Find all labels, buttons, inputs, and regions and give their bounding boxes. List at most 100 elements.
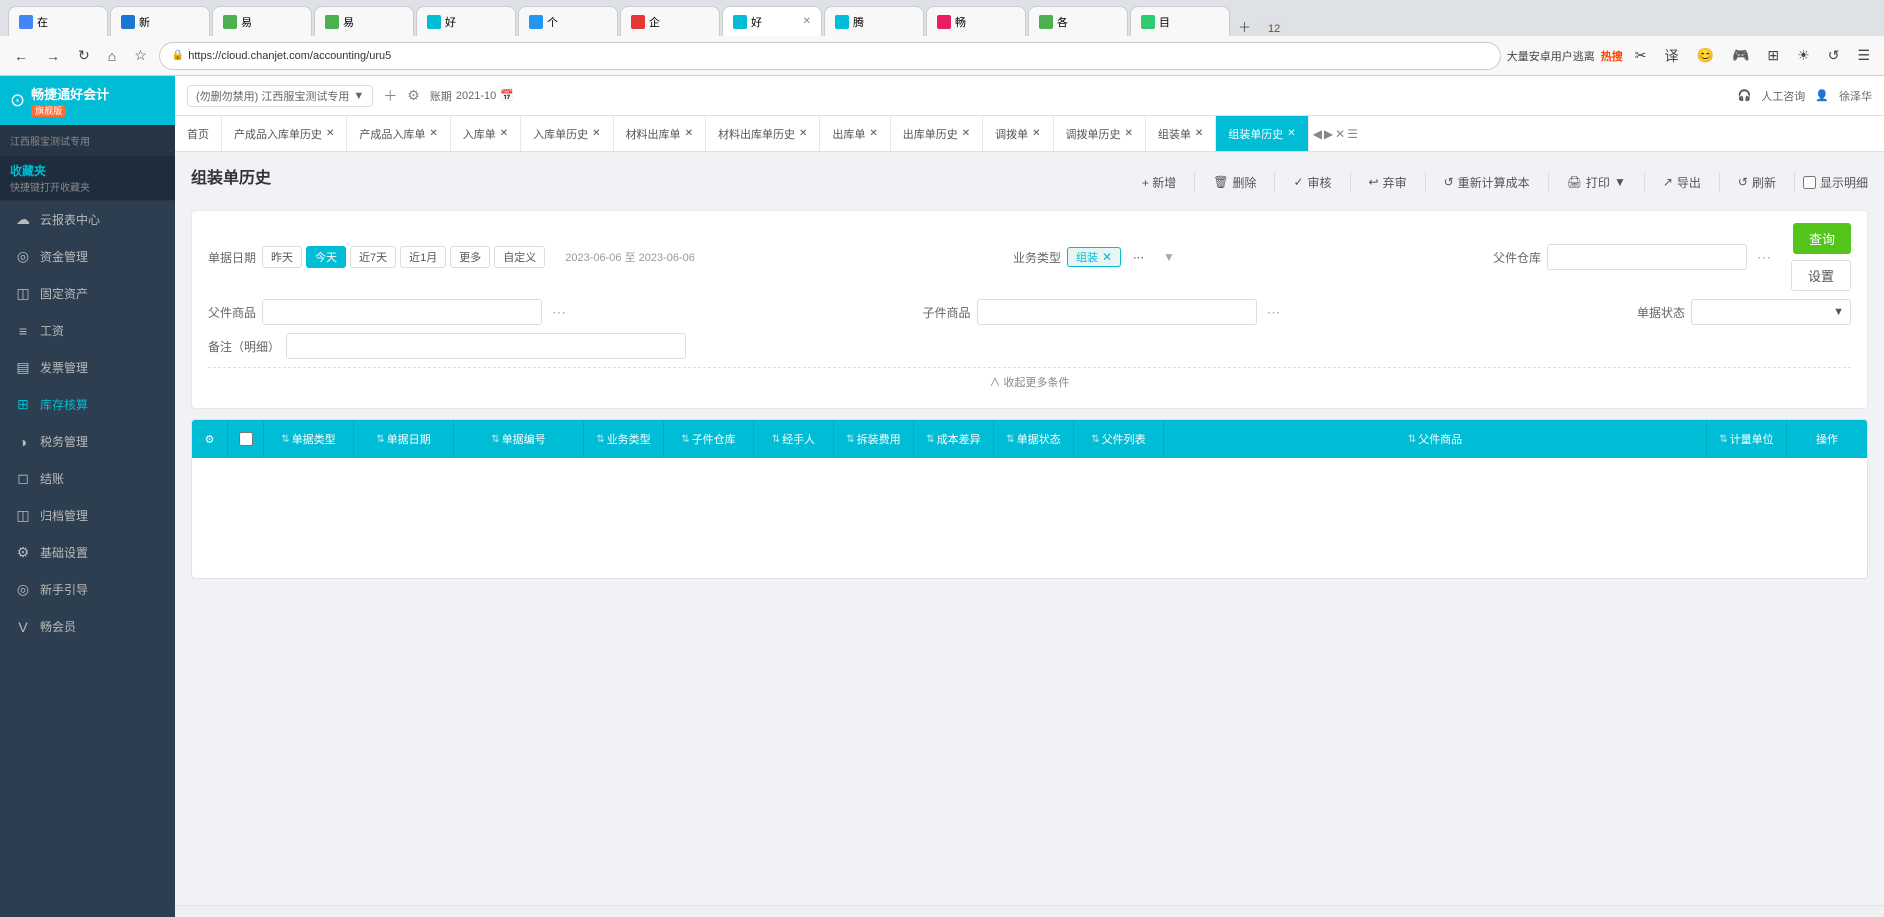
date-btn-7days[interactable]: 近7天 (350, 246, 396, 268)
sort-icon-date[interactable]: ⇅ (376, 434, 384, 445)
recalc-cost-button[interactable]: ↺ 重新计算成本 (1434, 170, 1540, 195)
sort-icon-pg[interactable]: ⇅ (1408, 434, 1416, 445)
app-tab-close-out-history[interactable]: ✕ (962, 128, 970, 139)
status-dropdown[interactable]: ▼ (1691, 299, 1851, 325)
biz-type-remove-button[interactable]: ✕ (1102, 250, 1112, 264)
address-bar[interactable]: 🔒 https://cloud.chanjet.com/accounting/u… (159, 42, 1501, 70)
app-tab-close-prod-in-history[interactable]: ✕ (326, 128, 334, 139)
company-selector[interactable]: (勿删勿禁用) 江西服宝测试专用 ▼ (187, 85, 373, 107)
app-tab-close-out-order[interactable]: ✕ (869, 128, 877, 139)
browser-tab-4[interactable]: 易 (314, 6, 414, 36)
sort-icon-status[interactable]: ⇅ (1006, 434, 1014, 445)
app-tab-transfer-history[interactable]: 调拨单历史 ✕ (1054, 116, 1146, 152)
sidebar-item-payroll[interactable]: ≡ 工资 (0, 312, 175, 349)
new-button[interactable]: + 新增 (1132, 170, 1186, 195)
print-button[interactable]: 🖨 打印 ▼ (1557, 170, 1636, 195)
browser-tab-8[interactable]: 好 ✕ (722, 6, 822, 36)
app-tab-out-history[interactable]: 出库单历史 ✕ (891, 116, 983, 152)
browser-tab-9[interactable]: 腾 (824, 6, 924, 36)
sidebar-item-fund[interactable]: ◎ 资金管理 (0, 238, 175, 275)
parent-goods-ellipsis[interactable]: ⋯ (548, 304, 570, 321)
app-tab-close-transfer-history[interactable]: ✕ (1125, 128, 1133, 139)
app-tab-assembly-history[interactable]: 组装单历史 ✕ (1216, 116, 1308, 152)
th-settings[interactable]: ⚙ (192, 420, 228, 458)
date-btn-more[interactable]: 更多 (450, 246, 490, 268)
app-tab-close-in-history[interactable]: ✕ (592, 128, 600, 139)
game-button[interactable]: 🎮 (1726, 43, 1755, 68)
app-tab-close-assembly-history[interactable]: ✕ (1287, 128, 1295, 139)
date-btn-custom[interactable]: 自定义 (494, 246, 545, 268)
app-tab-close-in-order[interactable]: ✕ (500, 128, 508, 139)
tab-more-button[interactable]: ☰ (1347, 127, 1358, 141)
date-btn-yesterday[interactable]: 昨天 (262, 246, 302, 268)
undo-button[interactable]: ↺ (1822, 43, 1846, 68)
sub-goods-ellipsis[interactable]: ⋯ (1263, 304, 1285, 321)
app-tab-in-order[interactable]: 入库单 ✕ (451, 116, 521, 152)
tab-close-current-button[interactable]: ✕ (1335, 127, 1345, 141)
refresh-browser-button[interactable]: ↻ (72, 43, 96, 68)
browser-tab-10[interactable]: 畅 (926, 6, 1026, 36)
sidebar-item-base-settings[interactable]: ⚙ 基础设置 (0, 534, 175, 571)
sidebar-favorites[interactable]: 收藏夹 快捷键打开收藏夹 (0, 156, 175, 201)
app-tab-home[interactable]: 首页 (175, 116, 222, 152)
browser-tab-7[interactable]: 企 (620, 6, 720, 36)
browser-tab-2[interactable]: 新 (110, 6, 210, 36)
sort-icon-no[interactable]: ⇅ (491, 434, 499, 445)
browser-tab-11[interactable]: 各 (1028, 6, 1128, 36)
sidebar-item-member[interactable]: V 畅会员 (0, 608, 175, 645)
sun-button[interactable]: ☀ (1791, 43, 1816, 68)
app-tab-in-history[interactable]: 入库单历史 ✕ (521, 116, 613, 152)
sub-goods-input[interactable] (977, 299, 1257, 325)
th-checkbox[interactable] (228, 420, 264, 458)
sidebar-item-tax[interactable]: ◑ 税务管理 (0, 423, 175, 460)
app-tab-out-order[interactable]: 出库单 ✕ (820, 116, 890, 152)
new-tab-button[interactable]: ＋ (1232, 17, 1257, 36)
export-button[interactable]: ↗ 导出 (1653, 170, 1711, 195)
browser-tab-close-8[interactable]: ✕ (803, 16, 811, 27)
settings-company-button[interactable]: ⚙ (407, 87, 420, 104)
sidebar-item-archive[interactable]: ◫ 归档管理 (0, 497, 175, 534)
forward-button[interactable]: → (40, 44, 66, 68)
app-tab-close-mat-out-history[interactable]: ✕ (799, 128, 807, 139)
sidebar-item-invoice[interactable]: ▤ 发票管理 (0, 349, 175, 386)
sidebar-item-guide[interactable]: ◎ 新手引导 (0, 571, 175, 608)
browser-tab-5[interactable]: 好 (416, 6, 516, 36)
sort-icon-biztype[interactable]: ⇅ (596, 434, 604, 445)
app-tab-close-transfer[interactable]: ✕ (1032, 128, 1040, 139)
remark-input[interactable] (286, 333, 686, 359)
browser-tab-1[interactable]: 在 (8, 6, 108, 36)
emoji-button[interactable]: 😊 (1691, 43, 1720, 68)
date-btn-1month[interactable]: 近1月 (400, 246, 446, 268)
sidebar-item-cloud-report[interactable]: ☁ 云报表中心 (0, 201, 175, 238)
app-tab-transfer[interactable]: 调拨单 ✕ (983, 116, 1053, 152)
home-button[interactable]: ⌂ (102, 44, 122, 68)
select-all-checkbox[interactable] (239, 432, 253, 446)
sort-icon-type[interactable]: ⇅ (281, 434, 289, 445)
app-tab-close-mat-out[interactable]: ✕ (685, 128, 693, 139)
show-detail-checkbox[interactable] (1803, 176, 1816, 189)
app-tab-mat-out-history[interactable]: 材料出库单历史 ✕ (706, 116, 820, 152)
sort-icon-pl[interactable]: ⇅ (1091, 434, 1099, 445)
biz-type-dropdown[interactable]: ⋯ (1127, 244, 1157, 270)
translate-button[interactable]: 译 (1659, 42, 1685, 70)
back-button[interactable]: ← (8, 44, 34, 68)
scrollbar-area[interactable] (175, 905, 1884, 917)
audit-button[interactable]: ✓ 审核 (1283, 170, 1341, 195)
scissors-button[interactable]: ✂ (1629, 43, 1653, 68)
sidebar-item-fixed-asset[interactable]: ◫ 固定资产 (0, 275, 175, 312)
sidebar-item-inventory[interactable]: ⊞ 库存核算 (0, 386, 175, 423)
app-tab-assembly[interactable]: 组装单 ✕ (1146, 116, 1216, 152)
sort-icon-unit[interactable]: ⇅ (1719, 434, 1727, 445)
app-tab-close-prod-in[interactable]: ✕ (429, 128, 437, 139)
date-btn-today[interactable]: 今天 (306, 246, 346, 268)
sort-icon-handler[interactable]: ⇅ (772, 434, 780, 445)
browser-tab-6[interactable]: 个 (518, 6, 618, 36)
tab-prev-button[interactable]: ◀ (1313, 127, 1322, 141)
add-company-button[interactable]: ＋ (383, 86, 397, 106)
app-tab-close-assembly[interactable]: ✕ (1195, 128, 1203, 139)
sort-icon-cd[interactable]: ⇅ (926, 434, 934, 445)
parent-warehouse-input[interactable] (1547, 244, 1747, 270)
grid-button[interactable]: ⊞ (1761, 43, 1785, 68)
app-tab-prod-in[interactable]: 产成品入库单 ✕ (347, 116, 450, 152)
browser-tab-3[interactable]: 易 (212, 6, 312, 36)
